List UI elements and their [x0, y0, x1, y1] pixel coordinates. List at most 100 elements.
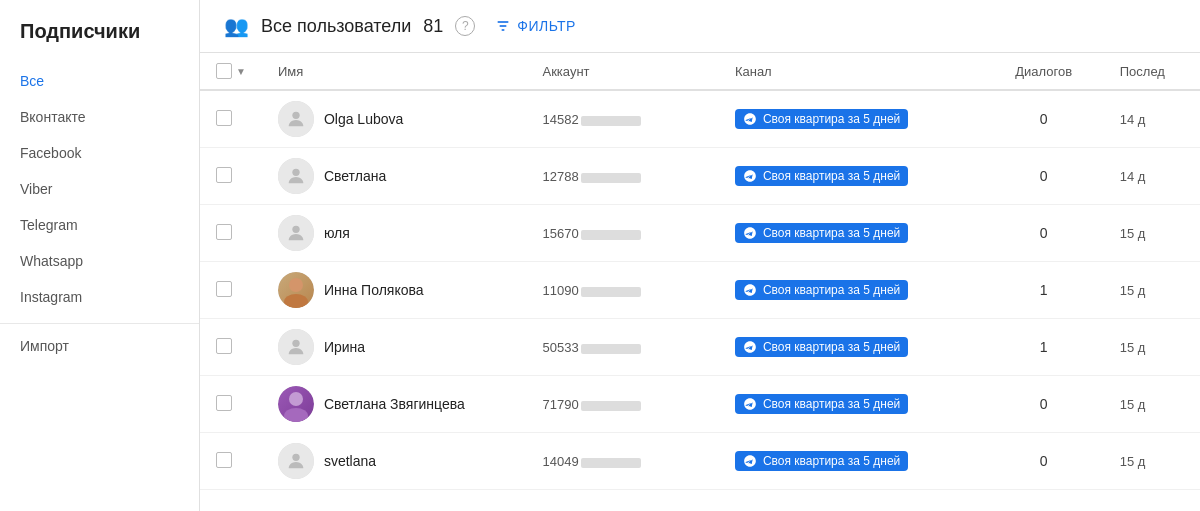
telegram-channel-icon: [743, 454, 757, 468]
row-dialogs-cell: 1: [983, 319, 1103, 376]
row-account-cell: 50533: [526, 319, 718, 376]
row-checkbox[interactable]: [216, 110, 232, 126]
sidebar-item-facebook[interactable]: Facebook: [0, 135, 199, 171]
table-row: Olga Lubova 14582 Своя квартира за 5 дне…: [200, 90, 1200, 148]
avatar: [278, 215, 314, 251]
row-last-cell: 15 д: [1104, 433, 1200, 490]
table-container: ▼ Имя Аккаунт Канал Диалогов Послед Olga…: [200, 53, 1200, 511]
row-checkbox-cell: [200, 319, 262, 376]
dialogs-count: 0: [1040, 168, 1048, 184]
row-last-cell: 15 д: [1104, 319, 1200, 376]
table-row: юля 15670 Своя квартира за 5 дней 0 15 д: [200, 205, 1200, 262]
sidebar-item-vkontakte[interactable]: Вконтакте: [0, 99, 199, 135]
dialogs-count: 1: [1040, 282, 1048, 298]
avatar: [278, 386, 314, 422]
row-name-cell: Светлана Звягинцева: [262, 376, 527, 433]
filter-button[interactable]: ФИЛЬТР: [495, 18, 576, 34]
row-checkbox-cell: [200, 90, 262, 148]
telegram-channel-icon: [743, 112, 757, 126]
row-checkbox[interactable]: [216, 224, 232, 240]
table-row: Светлана Звягинцева 71790 Своя квартира …: [200, 376, 1200, 433]
subscriber-name: svetlana: [324, 453, 376, 469]
dialogs-count: 0: [1040, 453, 1048, 469]
channel-badge: Своя квартира за 5 дней: [735, 223, 908, 243]
row-checkbox[interactable]: [216, 452, 232, 468]
row-channel-cell: Своя квартира за 5 дней: [719, 262, 984, 319]
row-name-cell: Светлана: [262, 148, 527, 205]
row-account-cell: 71790: [526, 376, 718, 433]
subscribers-table: ▼ Имя Аккаунт Канал Диалогов Послед Olga…: [200, 53, 1200, 490]
last-activity: 15 д: [1120, 283, 1146, 298]
row-checkbox-cell: [200, 205, 262, 262]
row-last-cell: 14 д: [1104, 90, 1200, 148]
row-last-cell: 14 д: [1104, 148, 1200, 205]
svg-point-11: [292, 454, 299, 461]
row-checkbox[interactable]: [216, 338, 232, 354]
row-channel-cell: Своя квартира за 5 дней: [719, 148, 984, 205]
row-checkbox-cell: [200, 376, 262, 433]
header-count: 81: [423, 16, 443, 37]
th-last: Послед: [1104, 53, 1200, 90]
telegram-channel-icon: [743, 226, 757, 240]
sidebar: Подписчики ВсеВконтактеFacebookViberTele…: [0, 0, 200, 511]
row-dialogs-cell: 0: [983, 433, 1103, 490]
subscriber-name: Светлана Звягинцева: [324, 396, 465, 412]
row-account-cell: 11090: [526, 262, 718, 319]
row-dialogs-cell: 1: [983, 262, 1103, 319]
sidebar-item-instagram[interactable]: Instagram: [0, 279, 199, 315]
row-dialogs-cell: 0: [983, 376, 1103, 433]
sidebar-item-all[interactable]: Все: [0, 63, 199, 99]
sort-arrow[interactable]: ▼: [236, 66, 246, 77]
table-row: Инна Полякова 11090 Своя квартира за 5 д…: [200, 262, 1200, 319]
account-id: 71790: [542, 397, 640, 412]
subscriber-name: Olga Lubova: [324, 111, 403, 127]
avatar: [278, 443, 314, 479]
account-id: 50533: [542, 340, 640, 355]
row-dialogs-cell: 0: [983, 148, 1103, 205]
row-name-cell: svetlana: [262, 433, 527, 490]
channel-badge: Своя квартира за 5 дней: [735, 280, 908, 300]
row-channel-cell: Своя квартира за 5 дней: [719, 90, 984, 148]
sidebar-item-viber[interactable]: Viber: [0, 171, 199, 207]
row-dialogs-cell: 0: [983, 90, 1103, 148]
channel-badge: Своя квартира за 5 дней: [735, 166, 908, 186]
row-checkbox[interactable]: [216, 167, 232, 183]
sidebar-item-import[interactable]: Импорт: [0, 323, 199, 364]
help-icon[interactable]: ?: [455, 16, 475, 36]
th-dialogs: Диалогов: [983, 53, 1103, 90]
th-account: Аккаунт: [526, 53, 718, 90]
last-activity: 15 д: [1120, 226, 1146, 241]
row-channel-cell: Своя квартира за 5 дней: [719, 205, 984, 262]
last-activity: 15 д: [1120, 454, 1146, 469]
row-checkbox[interactable]: [216, 395, 232, 411]
row-account-cell: 12788: [526, 148, 718, 205]
channel-badge: Своя квартира за 5 дней: [735, 109, 908, 129]
header-title: Все пользователи: [261, 16, 411, 37]
sidebar-item-telegram[interactable]: Telegram: [0, 207, 199, 243]
channel-badge: Своя квартира за 5 дней: [735, 394, 908, 414]
row-channel-cell: Своя квартира за 5 дней: [719, 433, 984, 490]
svg-point-3: [292, 112, 299, 119]
table-row: svetlana 14049 Своя квартира за 5 дней 0…: [200, 433, 1200, 490]
row-channel-cell: Своя квартира за 5 дней: [719, 376, 984, 433]
row-last-cell: 15 д: [1104, 205, 1200, 262]
select-all-checkbox[interactable]: [216, 63, 232, 79]
sidebar-title: Подписчики: [0, 20, 199, 63]
telegram-channel-icon: [743, 283, 757, 297]
account-id: 14582: [542, 112, 640, 127]
svg-point-10: [284, 408, 308, 422]
th-channel: Канал: [719, 53, 984, 90]
avatar: [278, 158, 314, 194]
table-header-row: ▼ Имя Аккаунт Канал Диалогов Послед: [200, 53, 1200, 90]
row-name-cell: Инна Полякова: [262, 262, 527, 319]
row-checkbox[interactable]: [216, 281, 232, 297]
row-dialogs-cell: 0: [983, 205, 1103, 262]
filter-label: ФИЛЬТР: [517, 18, 576, 34]
telegram-channel-icon: [743, 397, 757, 411]
sidebar-item-whatsapp[interactable]: Whatsapp: [0, 243, 199, 279]
row-account-cell: 14582: [526, 90, 718, 148]
avatar: [278, 101, 314, 137]
row-name-cell: Olga Lubova: [262, 90, 527, 148]
account-id: 12788: [542, 169, 640, 184]
last-activity: 14 д: [1120, 169, 1146, 184]
